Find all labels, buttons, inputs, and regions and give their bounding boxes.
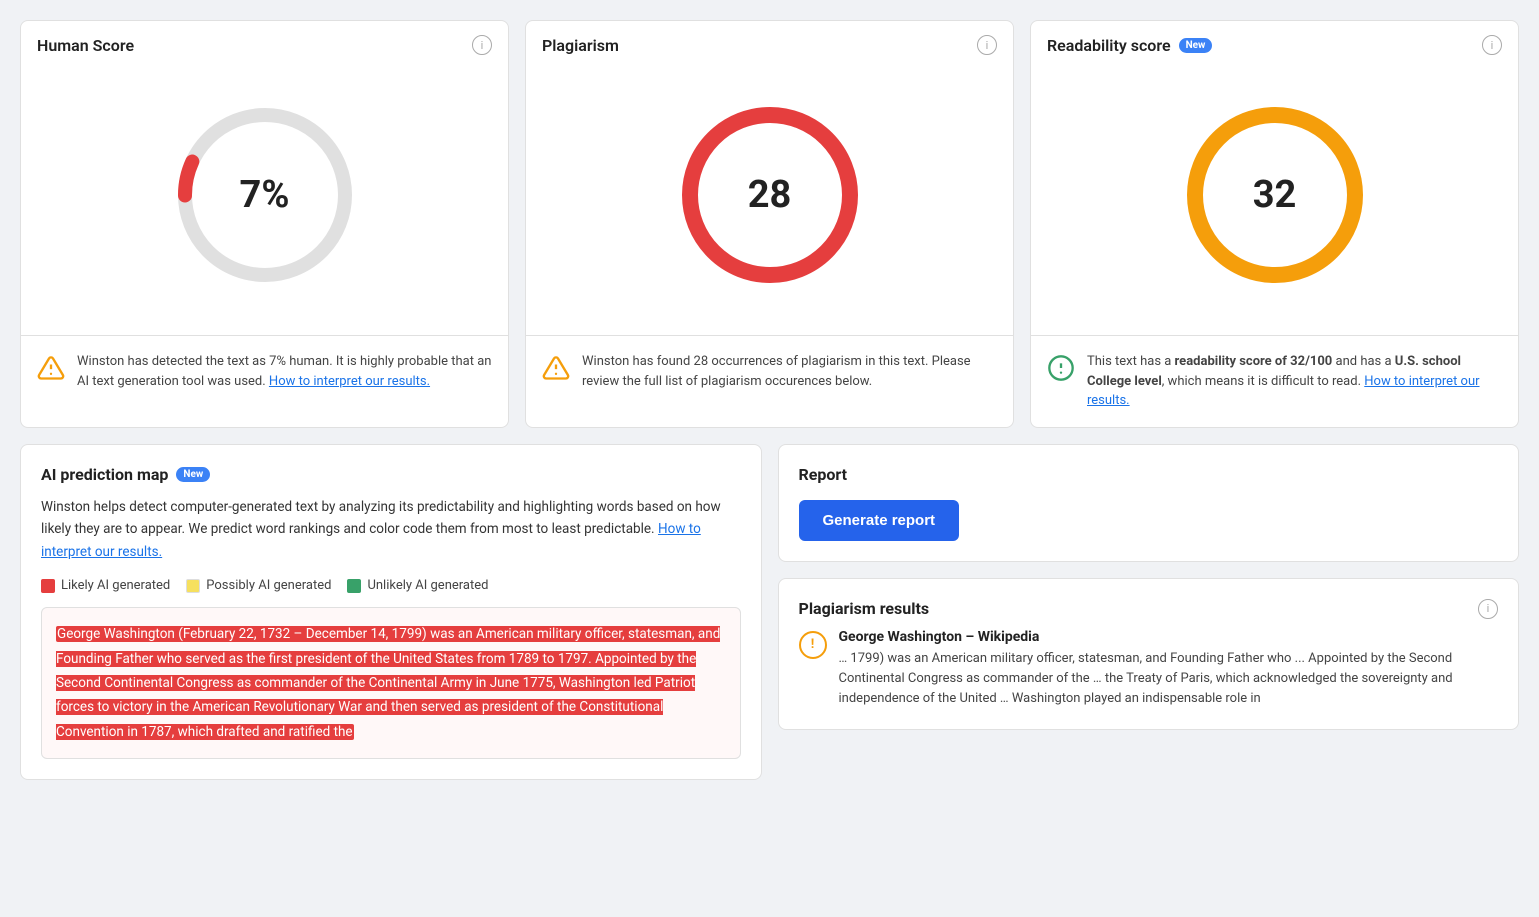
legend-label-red: Likely AI generated	[61, 578, 170, 593]
plagiarism-alert-text: Winston has found 28 occurrences of plag…	[582, 352, 997, 391]
plagiarism-source-text: … 1799) was an American military officer…	[839, 649, 1499, 709]
readability-info-icon[interactable]: i	[1482, 35, 1502, 55]
readability-gauge: 32	[1175, 95, 1375, 295]
human-score-info-area: Winston has detected the text as 7% huma…	[21, 335, 508, 407]
legend-dot-red	[41, 579, 55, 593]
ai-prediction-text-block: George Washington (February 22, 1732 – D…	[41, 607, 741, 758]
human-score-card: Human Score i 7% Winston has detected th…	[20, 20, 509, 428]
human-score-chart-area: 7%	[21, 55, 508, 335]
plagiarism-card: Plagiarism i 28 Winston has found 28 occ…	[525, 20, 1014, 428]
plagiarism-source-icon: !	[799, 631, 827, 659]
readability-card: Readability score New i 32 This text has…	[1030, 20, 1519, 428]
readability-alert-text: This text has a readability score of 32/…	[1087, 352, 1502, 411]
plagiarism-results-info-icon[interactable]: i	[1478, 599, 1498, 619]
legend-item-red: Likely AI generated	[41, 578, 170, 593]
ai-prediction-card: AI prediction map New Winston helps dete…	[20, 444, 762, 780]
generate-report-button[interactable]: Generate report	[799, 500, 960, 541]
readability-chart-area: 32	[1031, 55, 1518, 335]
plagiarism-info-icon[interactable]: i	[977, 35, 997, 55]
legend-label-green: Unlikely AI generated	[367, 578, 488, 593]
plagiarism-info-area: Winston has found 28 occurrences of plag…	[526, 335, 1013, 407]
legend-dot-yellow	[186, 579, 200, 593]
highlighted-passage: George Washington (February 22, 1732 – D…	[56, 626, 720, 739]
readability-value: 32	[1253, 173, 1297, 217]
readability-title: Readability score New	[1047, 36, 1212, 55]
plagiarism-source-name: George Washington – Wikipedia	[839, 629, 1499, 645]
human-score-header: Human Score i	[21, 21, 508, 55]
report-title: Report	[799, 465, 1499, 484]
plagiarism-source-content: George Washington – Wikipedia … 1799) wa…	[839, 629, 1499, 709]
ai-prediction-title: AI prediction map	[41, 465, 168, 484]
readability-alert-icon	[1047, 354, 1075, 382]
plagiarism-results-card: Plagiarism results i ! George Washington…	[778, 578, 1520, 730]
human-score-gauge: 7%	[165, 95, 365, 295]
ai-prediction-description: Winston helps detect computer-generated …	[41, 496, 741, 565]
right-column: Report Generate report Plagiarism result…	[778, 444, 1520, 780]
report-card: Report Generate report	[778, 444, 1520, 562]
plagiarism-value: 28	[748, 173, 792, 217]
readability-new-badge: New	[1179, 38, 1213, 53]
plagiarism-header: Plagiarism i	[526, 21, 1013, 55]
plagiarism-gauge: 28	[670, 95, 870, 295]
plagiarism-results-header: Plagiarism results i	[799, 599, 1499, 619]
human-score-value: 7%	[240, 173, 290, 217]
ai-prediction-badge: New	[176, 467, 210, 482]
legend-dot-green	[347, 579, 361, 593]
plagiarism-result-item: ! George Washington – Wikipedia … 1799) …	[799, 629, 1499, 709]
ai-prediction-legend: Likely AI generated Possibly AI generate…	[41, 578, 741, 593]
legend-label-yellow: Possibly AI generated	[206, 578, 331, 593]
readability-header: Readability score New i	[1031, 21, 1518, 55]
human-score-info-icon[interactable]: i	[472, 35, 492, 55]
human-score-alert-icon	[37, 354, 65, 382]
plagiarism-title: Plagiarism	[542, 36, 619, 55]
human-score-alert-text: Winston has detected the text as 7% huma…	[77, 352, 492, 391]
plagiarism-chart-area: 28	[526, 55, 1013, 335]
legend-item-yellow: Possibly AI generated	[186, 578, 331, 593]
legend-item-green: Unlikely AI generated	[347, 578, 488, 593]
human-score-title: Human Score	[37, 36, 134, 55]
plagiarism-results-title: Plagiarism results	[799, 599, 930, 618]
human-score-link[interactable]: How to interpret our results.	[269, 374, 430, 389]
plagiarism-alert-icon	[542, 354, 570, 382]
readability-info-area: This text has a readability score of 32/…	[1031, 335, 1518, 427]
